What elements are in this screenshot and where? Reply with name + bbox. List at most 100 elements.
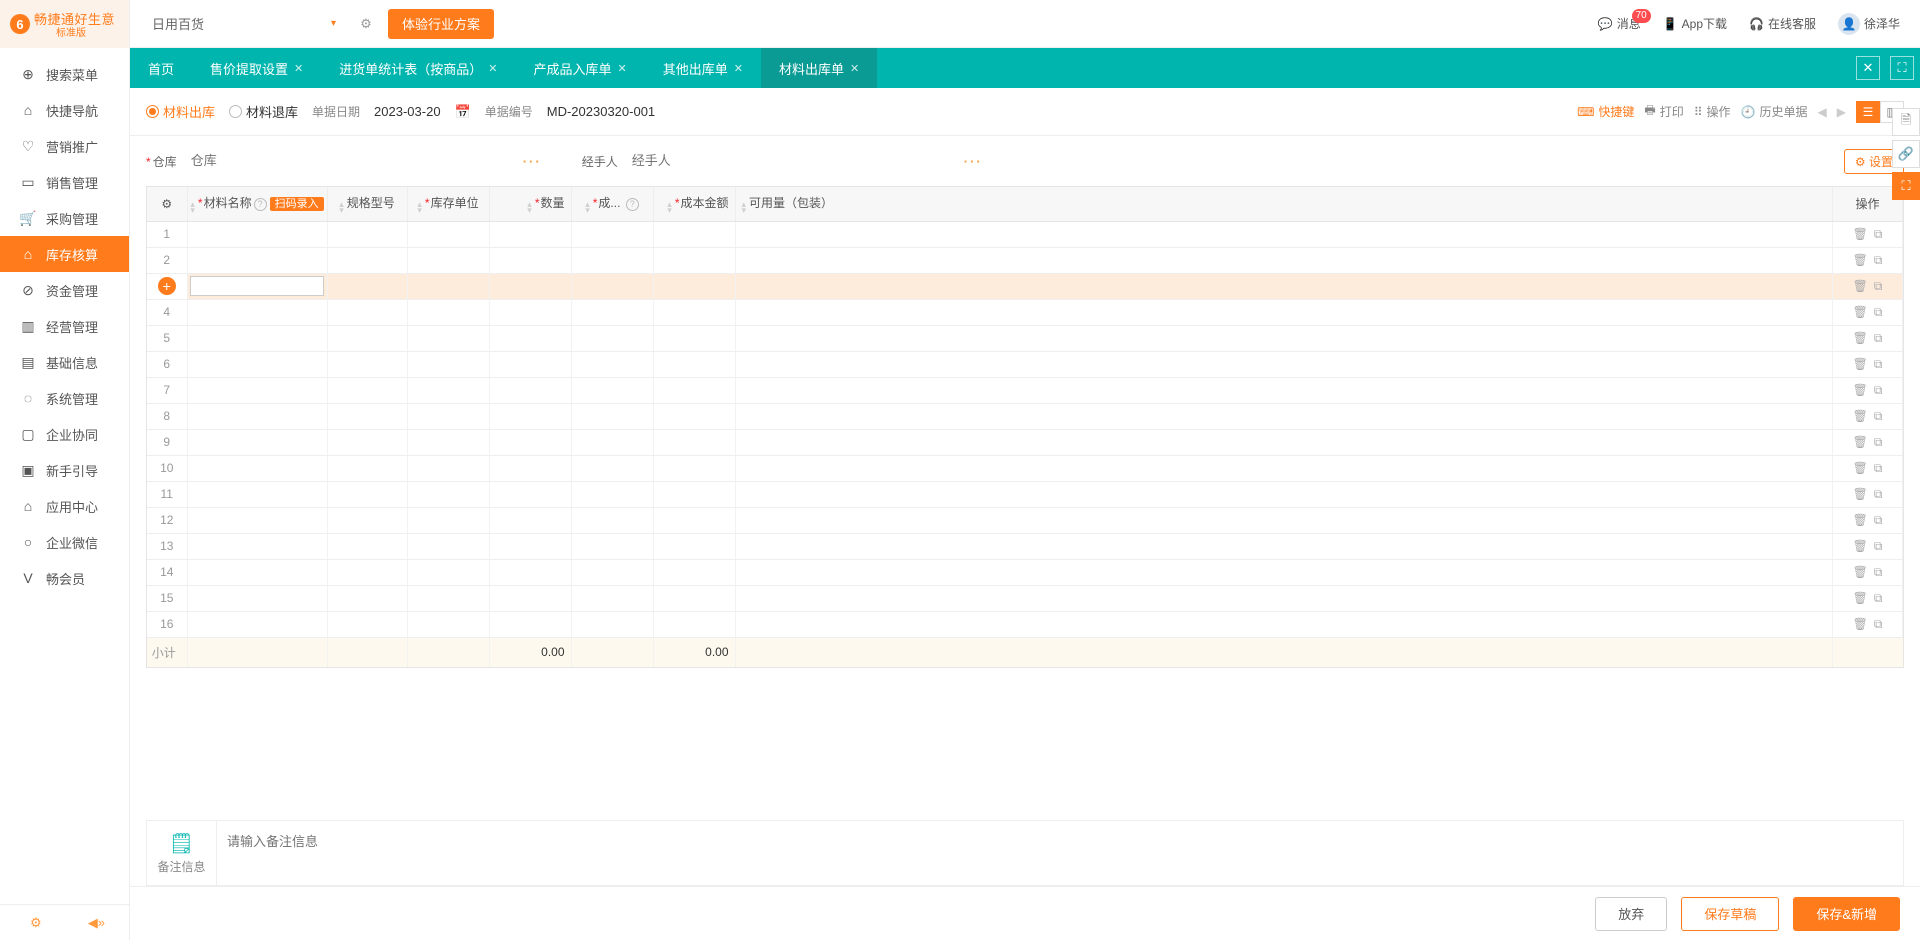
delete-row-icon[interactable]: 🗑 [1853, 409, 1868, 423]
delete-row-icon[interactable]: 🗑 [1853, 305, 1868, 319]
table-row[interactable]: 8🗑⧉ [147, 403, 1903, 429]
delete-row-icon[interactable]: 🗑 [1853, 435, 1868, 449]
table-row[interactable]: 4🗑⧉ [147, 299, 1903, 325]
copy-row-icon[interactable]: ⧉ [1874, 617, 1883, 631]
copy-row-icon[interactable]: ⧉ [1874, 279, 1883, 293]
delete-row-icon[interactable]: 🗑 [1853, 357, 1868, 371]
col-qty[interactable]: ▴▾数量 [489, 187, 571, 221]
add-row-icon[interactable]: + [158, 277, 176, 295]
copy-row-icon[interactable]: ⧉ [1874, 253, 1883, 267]
delete-row-icon[interactable]: 🗑 [1853, 461, 1868, 475]
radio-out[interactable]: 材料出库 [146, 102, 215, 121]
delete-row-icon[interactable]: 🗑 [1853, 279, 1868, 293]
next-icon[interactable]: ▶ [1837, 105, 1846, 119]
copy-row-icon[interactable]: ⧉ [1874, 435, 1883, 449]
dock-note-icon[interactable]: 🗎 [1892, 108, 1920, 136]
close-icon[interactable]: ✕ [734, 62, 743, 75]
sidebar-item-2[interactable]: ♡营销推广 [0, 128, 129, 164]
table-row[interactable]: 9🗑⧉ [147, 429, 1903, 455]
delete-row-icon[interactable]: 🗑 [1853, 253, 1868, 267]
table-row[interactable]: + 🗑 ⧉ [147, 273, 1903, 299]
sidebar-item-5[interactable]: ⌂库存核算 [0, 236, 129, 272]
sidebar-item-9[interactable]: ◌系统管理 [0, 380, 129, 416]
delete-row-icon[interactable]: 🗑 [1853, 591, 1868, 605]
table-row[interactable]: 15🗑⧉ [147, 585, 1903, 611]
tab-1[interactable]: 售价提取设置✕ [192, 48, 321, 88]
table-row[interactable]: 1🗑⧉ [147, 221, 1903, 247]
table-row[interactable]: 13🗑⧉ [147, 533, 1903, 559]
dock-expand-icon[interactable]: ⛶ [1892, 172, 1920, 200]
col-gear[interactable]: ⚙ [147, 187, 187, 221]
remark-input[interactable] [217, 821, 1903, 885]
copy-row-icon[interactable]: ⧉ [1874, 383, 1883, 397]
sidebar-item-1[interactable]: ⌂快捷导航 [0, 92, 129, 128]
tab-5[interactable]: 材料出库单✕ [761, 48, 877, 88]
messages-button[interactable]: 💬 消息 70 [1592, 15, 1647, 32]
copy-row-icon[interactable]: ⧉ [1874, 227, 1883, 241]
copy-row-icon[interactable]: ⧉ [1874, 331, 1883, 345]
col-spec[interactable]: ▴▾规格型号 [327, 187, 407, 221]
sidebar-item-14[interactable]: V畅会员 [0, 560, 129, 596]
sidebar-item-8[interactable]: ▤基础信息 [0, 344, 129, 380]
sidebar-item-4[interactable]: 🛒采购管理 [0, 200, 129, 236]
table-row[interactable]: 5🗑⧉ [147, 325, 1903, 351]
delete-row-icon[interactable]: 🗑 [1853, 383, 1868, 397]
calendar-icon[interactable]: 📅 [455, 104, 471, 120]
history-link[interactable]: 🕘 历史单据 [1741, 103, 1808, 120]
copy-row-icon[interactable]: ⧉ [1874, 513, 1883, 527]
table-row[interactable]: 7🗑⧉ [147, 377, 1903, 403]
warehouse-more-icon[interactable]: ··· [523, 154, 542, 169]
print-link[interactable]: 🖶 打印 [1644, 101, 1683, 122]
copy-row-icon[interactable]: ⧉ [1874, 591, 1883, 605]
warehouse-input[interactable] [185, 149, 515, 173]
sidebar-item-11[interactable]: ▣新手引导 [0, 452, 129, 488]
tab-3[interactable]: 产成品入库单✕ [515, 48, 644, 88]
app-download-button[interactable]: 📱 App下载 [1657, 15, 1733, 32]
view-list-icon[interactable]: ☰ [1856, 101, 1880, 123]
handler-more-icon[interactable]: ··· [964, 154, 983, 169]
table-row[interactable]: 11🗑⧉ [147, 481, 1903, 507]
col-unit[interactable]: ▴▾库存单位 [407, 187, 489, 221]
radio-return[interactable]: 材料退库 [229, 102, 298, 121]
sidebar-item-13[interactable]: ○企业微信 [0, 524, 129, 560]
material-name-input[interactable] [190, 276, 323, 296]
table-row[interactable]: 16🗑⧉ [147, 611, 1903, 637]
date-value[interactable]: 2023-03-20 [374, 104, 441, 119]
tab-close-button[interactable]: ✕ [1856, 56, 1880, 80]
sidebar-item-7[interactable]: ▥经营管理 [0, 308, 129, 344]
tab-expand-button[interactable]: ⛶ [1890, 56, 1914, 80]
close-icon[interactable]: ✕ [294, 62, 303, 75]
table-row[interactable]: 2🗑⧉ [147, 247, 1903, 273]
save-button[interactable]: 保存&新增 [1793, 897, 1900, 931]
delete-row-icon[interactable]: 🗑 [1853, 227, 1868, 241]
collapse-icon[interactable]: ◀» [88, 915, 105, 931]
tab-2[interactable]: 进货单统计表（按商品）✕ [321, 48, 515, 88]
shortcut-link[interactable]: ⌨ 快捷键 [1577, 103, 1634, 120]
delete-row-icon[interactable]: 🗑 [1853, 331, 1868, 345]
sidebar-item-12[interactable]: ⌂应用中心 [0, 488, 129, 524]
col-name[interactable]: ▴▾材料名称?扫码录入 [187, 187, 327, 221]
store-dropdown[interactable]: 日用百货 ▾ [144, 9, 344, 39]
support-button[interactable]: 🎧 在线客服 [1743, 15, 1822, 32]
close-icon[interactable]: ✕ [618, 62, 627, 75]
draft-button[interactable]: 保存草稿 [1681, 897, 1779, 931]
settings-icon[interactable]: ⚙ [30, 915, 42, 931]
sidebar-item-10[interactable]: ▢企业协同 [0, 416, 129, 452]
copy-row-icon[interactable]: ⧉ [1874, 409, 1883, 423]
prev-icon[interactable]: ◀ [1818, 105, 1827, 119]
discard-button[interactable]: 放弃 [1595, 897, 1667, 931]
user-menu[interactable]: 👤 徐泽华 [1832, 13, 1906, 35]
delete-row-icon[interactable]: 🗑 [1853, 487, 1868, 501]
handler-input[interactable] [626, 149, 956, 173]
sidebar-item-0[interactable]: ⊕搜索菜单 [0, 56, 129, 92]
delete-row-icon[interactable]: 🗑 [1853, 617, 1868, 631]
col-amt[interactable]: ▴▾成本金额 [653, 187, 735, 221]
col-avail[interactable]: ▴▾可用量（包装） [735, 187, 1833, 221]
close-icon[interactable]: ✕ [488, 62, 497, 75]
close-icon[interactable]: ✕ [850, 62, 859, 75]
table-row[interactable]: 12🗑⧉ [147, 507, 1903, 533]
table-row[interactable]: 14🗑⧉ [147, 559, 1903, 585]
copy-row-icon[interactable]: ⧉ [1874, 357, 1883, 371]
promo-button[interactable]: 体验行业方案 [388, 9, 494, 39]
dock-link-icon[interactable]: 🔗 [1892, 140, 1920, 168]
